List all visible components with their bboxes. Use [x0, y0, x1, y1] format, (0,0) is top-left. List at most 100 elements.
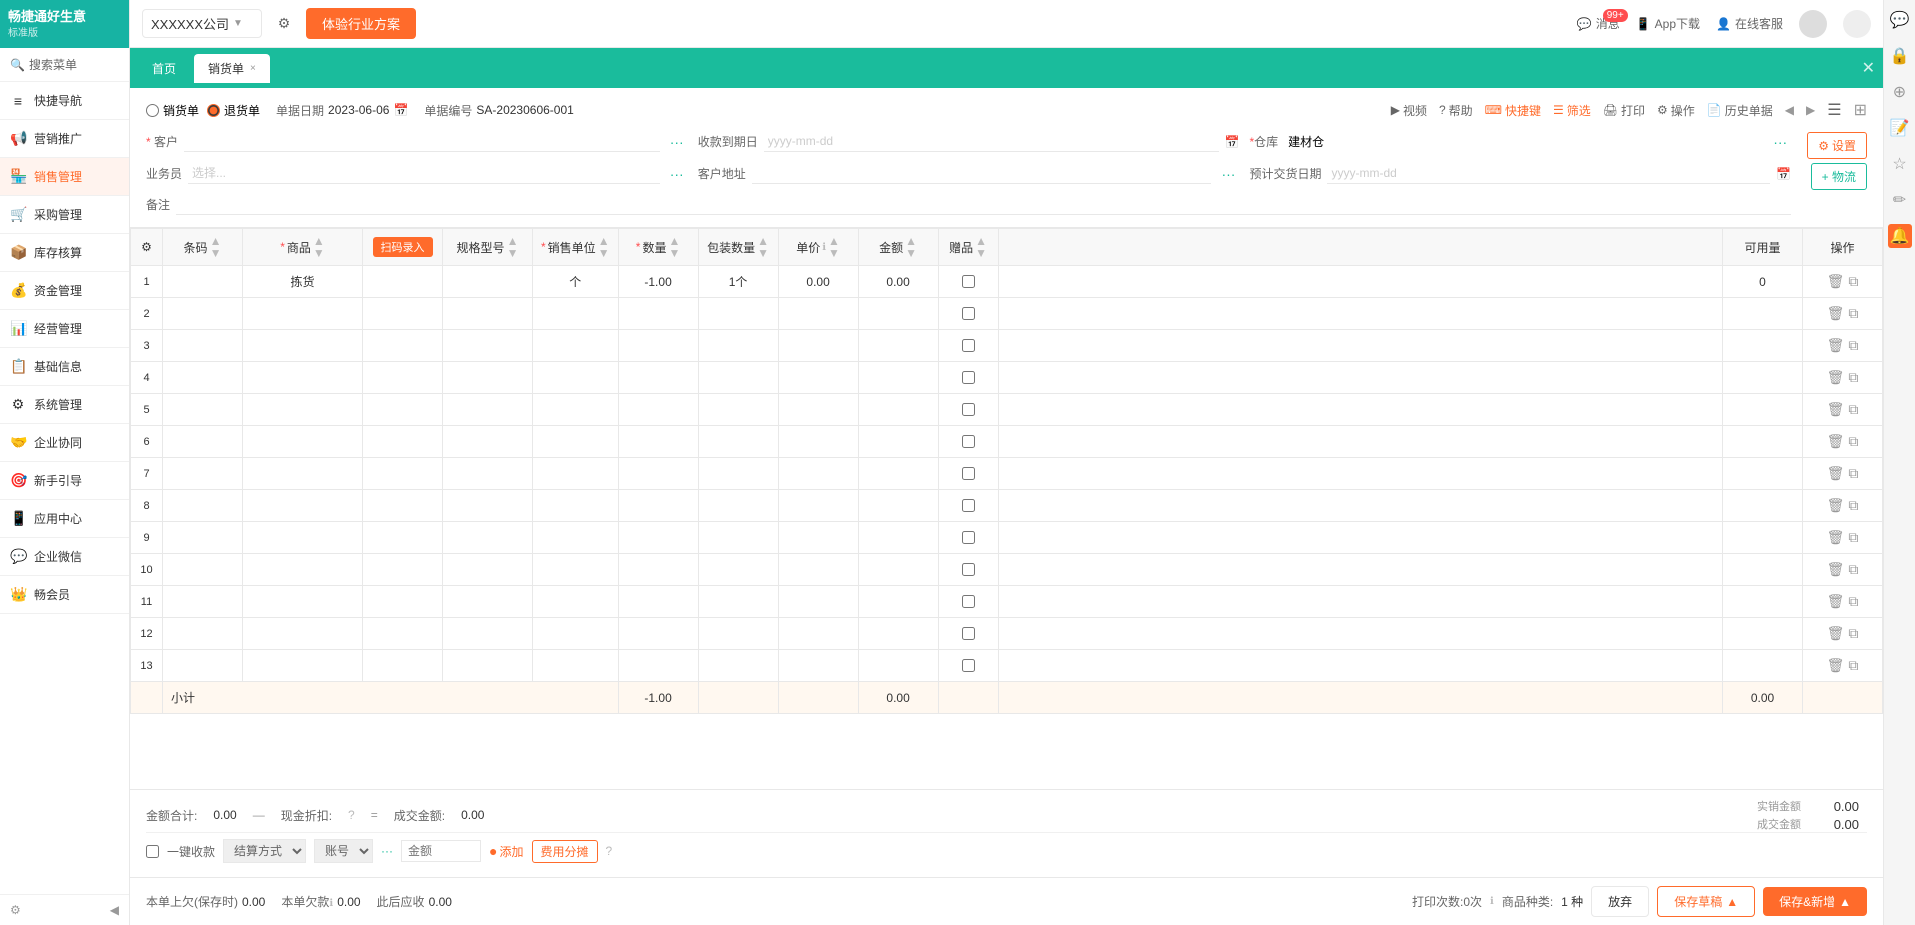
sidebar-item-cooperation[interactable]: 🤝 企业协同	[0, 424, 129, 462]
nav-prev-icon[interactable]: ◀	[1785, 103, 1794, 117]
addr-dots[interactable]: ···	[1217, 166, 1239, 182]
row-barcode[interactable]	[163, 266, 243, 298]
user-avatar-2[interactable]	[1843, 10, 1871, 38]
operation-btn[interactable]: ⚙ 操作	[1657, 102, 1695, 119]
copy-icon[interactable]: ⧉	[1848, 273, 1858, 290]
payment-date-input[interactable]	[764, 131, 1219, 152]
rp-add-icon[interactable]: ⊕	[1888, 80, 1912, 104]
th-scan[interactable]: 扫码录入	[363, 229, 443, 266]
delete-icon[interactable]: 🗑	[1827, 465, 1845, 482]
delete-icon[interactable]: 🗑	[1827, 593, 1845, 610]
delete-icon[interactable]: 🗑	[1827, 369, 1845, 386]
fee-help-icon[interactable]: ?	[606, 844, 613, 858]
expected-date-input[interactable]	[1327, 163, 1770, 184]
calendar-icon[interactable]: 📅	[393, 103, 408, 117]
sidebar-search[interactable]: 🔍 搜索菜单	[0, 48, 129, 82]
delete-icon[interactable]: 🗑	[1827, 497, 1845, 514]
one-key-payment-checkbox[interactable]	[146, 845, 159, 858]
logistics-btn[interactable]: + 物流	[1811, 163, 1867, 190]
radio-return-input[interactable]	[207, 104, 220, 117]
delete-icon[interactable]: 🗑	[1827, 273, 1845, 290]
row-unit[interactable]: 个	[533, 266, 619, 298]
dots-account[interactable]: ···	[381, 844, 393, 858]
sidebar-item-member[interactable]: 👑 畅会员	[0, 576, 129, 614]
copy-icon[interactable]: ⧉	[1848, 337, 1858, 354]
radio-sale-input[interactable]	[146, 104, 159, 117]
settings-icon[interactable]: ⚙	[10, 903, 21, 917]
settings-button[interactable]: ⚙	[270, 10, 298, 38]
shortcut-btn[interactable]: ⌨ 快捷键	[1485, 102, 1541, 119]
copy-icon[interactable]: ⧉	[1848, 561, 1858, 578]
app-download-button[interactable]: 📱 App下载	[1636, 15, 1700, 32]
view-grid-icon[interactable]: ⊞	[1854, 100, 1867, 120]
delete-icon[interactable]: 🗑	[1827, 561, 1845, 578]
view-list-icon[interactable]: ☰	[1827, 100, 1841, 120]
delete-icon[interactable]: 🗑	[1827, 337, 1845, 354]
row-qty[interactable]: -1.00	[618, 266, 698, 298]
salesperson-input[interactable]	[188, 163, 660, 184]
sidebar-item-app-center[interactable]: 📱 应用中心	[0, 500, 129, 538]
delete-icon[interactable]: 🗑	[1827, 401, 1845, 418]
delete-icon[interactable]: 🗑	[1827, 529, 1845, 546]
sidebar-item-sales[interactable]: 🏪 销售管理	[0, 158, 129, 196]
copy-icon[interactable]: ⧉	[1848, 625, 1858, 642]
rp-edit-icon[interactable]: ✏	[1888, 188, 1912, 212]
copy-icon[interactable]: ⧉	[1848, 465, 1858, 482]
row-gift[interactable]	[938, 266, 998, 298]
sidebar-item-capital[interactable]: 💰 资金管理	[0, 272, 129, 310]
add-payment-btn[interactable]: ● 添加	[489, 843, 523, 860]
tab-sale-order[interactable]: 销货单 ×	[194, 54, 270, 83]
scan-button[interactable]: 扫码录入	[373, 237, 433, 257]
gift-checkbox[interactable]	[962, 307, 975, 320]
radio-return[interactable]: 退货单	[207, 102, 260, 119]
rp-chat-icon[interactable]: 💬	[1888, 8, 1912, 32]
copy-icon[interactable]: ⧉	[1848, 593, 1858, 610]
save-draft-button[interactable]: 保存草稿 ▲	[1657, 886, 1755, 917]
account-select[interactable]: 账号	[314, 839, 373, 863]
sidebar-item-inventory[interactable]: 📦 库存核算	[0, 234, 129, 272]
abandon-button[interactable]: 放弃	[1591, 886, 1649, 917]
salesperson-dots[interactable]: ···	[666, 166, 688, 182]
row-spec[interactable]	[443, 266, 533, 298]
sidebar-item-system[interactable]: ⚙ 系统管理	[0, 386, 129, 424]
tab-close-window[interactable]: ✕	[1862, 58, 1875, 78]
gift-checkbox[interactable]	[962, 339, 975, 352]
gift-checkbox[interactable]	[962, 467, 975, 480]
gift-checkbox[interactable]	[962, 403, 975, 416]
row-pkg-qty[interactable]: 1个	[698, 266, 778, 298]
settlement-select[interactable]: 结算方式	[223, 839, 306, 863]
copy-icon[interactable]: ⧉	[1848, 401, 1858, 418]
collapse-icon[interactable]: ◀	[110, 903, 119, 917]
sidebar-item-marketing[interactable]: 📢 营销推广	[0, 120, 129, 158]
user-avatar[interactable]	[1799, 10, 1827, 38]
customer-dots[interactable]: ···	[666, 134, 688, 150]
gift-checkbox[interactable]	[962, 275, 975, 288]
filter-btn[interactable]: ☰ 筛选	[1553, 102, 1591, 119]
expected-calendar-icon[interactable]: 📅	[1776, 167, 1791, 181]
online-service-button[interactable]: 👤 在线客服	[1716, 15, 1783, 32]
help-btn[interactable]: ? 帮助	[1439, 102, 1473, 119]
settings-side-btn[interactable]: ⚙ 设置	[1807, 132, 1867, 159]
remark-input[interactable]	[176, 194, 1791, 215]
company-selector[interactable]: XXXXXX公司 ▼	[142, 9, 262, 38]
nav-next-icon[interactable]: ▶	[1806, 103, 1815, 117]
video-btn[interactable]: ▶ 视频	[1391, 102, 1427, 119]
gift-checkbox[interactable]	[962, 371, 975, 384]
copy-icon[interactable]: ⧉	[1848, 497, 1858, 514]
sidebar-item-operations[interactable]: 📊 经营管理	[0, 310, 129, 348]
copy-icon[interactable]: ⧉	[1848, 305, 1858, 322]
delete-icon[interactable]: 🗑	[1827, 433, 1845, 450]
row-price[interactable]: 0.00	[778, 266, 858, 298]
row-product[interactable]: 拣货	[243, 266, 363, 298]
customer-addr-input[interactable]	[752, 163, 1212, 184]
rp-note-icon[interactable]: 📝	[1888, 116, 1912, 140]
warehouse-dots[interactable]: ···	[1769, 134, 1791, 150]
gift-checkbox[interactable]	[962, 563, 975, 576]
sidebar-item-wechat[interactable]: 💬 企业微信	[0, 538, 129, 576]
fee-split-btn[interactable]: 费用分摊	[532, 840, 598, 863]
print-info-icon[interactable]: ℹ	[1490, 896, 1494, 907]
copy-icon[interactable]: ⧉	[1848, 369, 1858, 386]
gift-checkbox[interactable]	[962, 531, 975, 544]
delete-icon[interactable]: 🗑	[1827, 625, 1845, 642]
credit-info-icon[interactable]: ℹ	[329, 898, 333, 909]
